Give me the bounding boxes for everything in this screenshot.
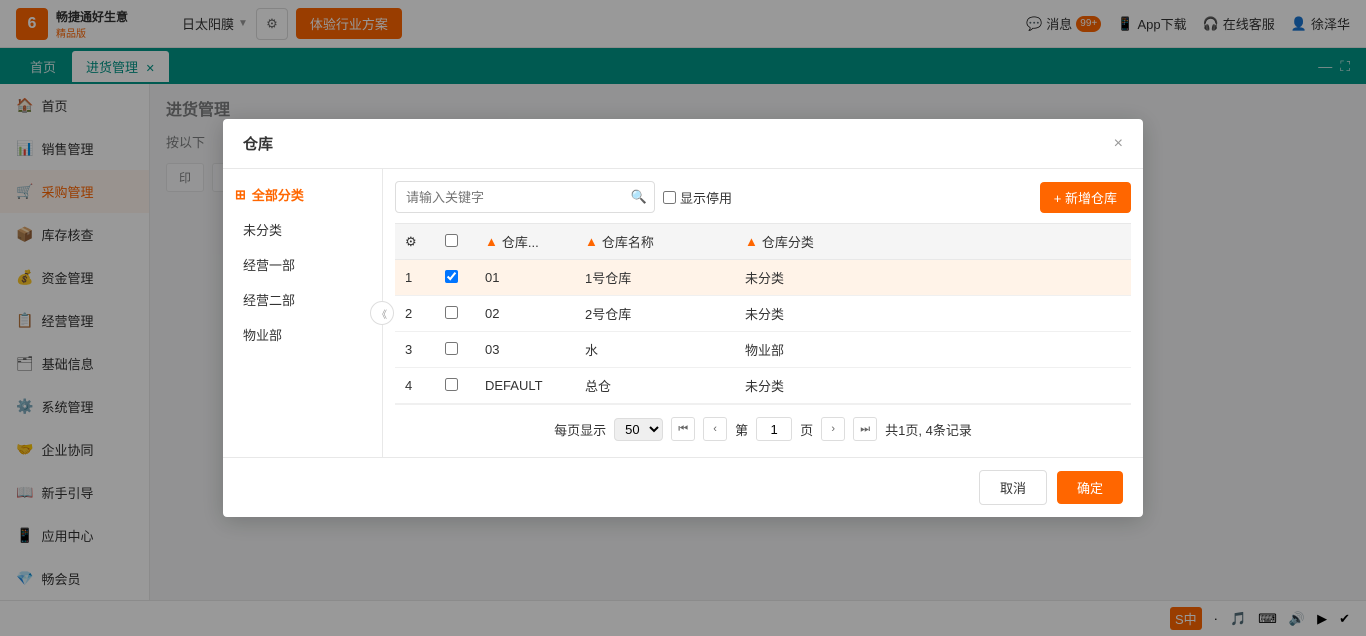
- dialog-body: ⊞ 全部分类 未分类 经营一部 经营二部 物业部 《: [223, 169, 1143, 457]
- row-name-1: 1号仓库: [575, 260, 735, 296]
- page-size-label: 每页显示: [554, 420, 606, 439]
- category-panel: ⊞ 全部分类 未分类 经营一部 经营二部 物业部 《: [223, 169, 383, 457]
- dialog-title: 仓库: [243, 133, 273, 154]
- category-item-dept1[interactable]: 经营一部: [223, 247, 382, 282]
- table-row[interactable]: 1 01 1号仓库 未分类: [395, 260, 1131, 296]
- table-row[interactable]: 3 03 水 物业部: [395, 332, 1131, 368]
- first-page-button[interactable]: ⏮: [671, 417, 695, 441]
- row-code-3: 03: [475, 332, 575, 368]
- total-info: 共1页, 4条记录: [885, 420, 972, 439]
- page-label: 第: [735, 420, 748, 439]
- table-row[interactable]: 2 02 2号仓库 未分类: [395, 296, 1131, 332]
- row-actions-1: 1: [395, 260, 435, 296]
- row-name-2: 2号仓库: [575, 296, 735, 332]
- sort-category-icon: ▲: [745, 234, 758, 249]
- th-category: ▲ 仓库分类: [735, 224, 1131, 260]
- row-checkbox-1: [435, 260, 475, 296]
- category-item-dept2[interactable]: 经营二部: [223, 282, 382, 317]
- table-row[interactable]: 4 DEFAULT 总仓 未分类: [395, 368, 1131, 404]
- row-actions-2: 2: [395, 296, 435, 332]
- row-name-4: 总仓: [575, 368, 735, 404]
- cancel-button[interactable]: 取消: [979, 470, 1047, 505]
- row-category-3: 物业部: [735, 332, 1131, 368]
- prev-page-button[interactable]: ‹: [703, 417, 727, 441]
- search-icon[interactable]: 🔍: [631, 189, 647, 205]
- warehouse-dialog: 仓库 × ⊞ 全部分类 未分类 经营一部 经营二部: [223, 119, 1143, 517]
- row-checkbox-2: [435, 296, 475, 332]
- row-checkbox-3: [435, 332, 475, 368]
- th-settings: ⚙: [395, 224, 435, 260]
- row-checkbox-4: [435, 368, 475, 404]
- row-actions-4: 4: [395, 368, 435, 404]
- row-category-1: 未分类: [735, 260, 1131, 296]
- th-checkbox: [435, 224, 475, 260]
- search-input[interactable]: [395, 181, 655, 213]
- th-code: ▲ 仓库...: [475, 224, 575, 260]
- pagination: 每页显示 50 ⏮ ‹ 第 页 › ⏭ 共1页, 4条记录: [395, 404, 1131, 445]
- row-code-1: 01: [475, 260, 575, 296]
- row-actions-3: 3: [395, 332, 435, 368]
- dialog-header: 仓库 ×: [223, 119, 1143, 169]
- table-header-row: ⚙ ▲ 仓库...: [395, 224, 1131, 260]
- table-toolbar: 🔍 显示停用 + 新增仓库: [395, 181, 1131, 213]
- category-all-label: 全部分类: [252, 185, 304, 204]
- dialog-close-button[interactable]: ×: [1114, 135, 1123, 153]
- select-all-checkbox[interactable]: [445, 234, 458, 247]
- modal-overlay: 仓库 × ⊞ 全部分类 未分类 经营一部 经营二部: [0, 0, 1366, 636]
- row-code-4: DEFAULT: [475, 368, 575, 404]
- show-disabled-wrap: 显示停用: [663, 188, 732, 207]
- page-unit: 页: [800, 420, 813, 439]
- warehouse-table: ⚙ ▲ 仓库...: [395, 223, 1131, 404]
- show-disabled-checkbox[interactable]: [663, 191, 676, 204]
- row-category-2: 未分类: [735, 296, 1131, 332]
- category-item-property[interactable]: 物业部: [223, 317, 382, 352]
- collapse-panel-button[interactable]: 《: [370, 301, 394, 325]
- page-input[interactable]: [756, 417, 792, 441]
- sort-code-icon: ▲: [485, 234, 498, 249]
- row-name-3: 水: [575, 332, 735, 368]
- category-all[interactable]: ⊞ 全部分类: [223, 177, 382, 212]
- add-warehouse-button[interactable]: + 新增仓库: [1040, 182, 1131, 213]
- category-item-unclassified[interactable]: 未分类: [223, 212, 382, 247]
- row-code-2: 02: [475, 296, 575, 332]
- th-name: ▲ 仓库名称: [575, 224, 735, 260]
- dialog-footer: 取消 确定: [223, 457, 1143, 517]
- grid-icon: ⊞: [235, 187, 246, 203]
- next-page-button[interactable]: ›: [821, 417, 845, 441]
- page-size-select[interactable]: 50: [614, 418, 663, 441]
- show-disabled-label: 显示停用: [680, 188, 732, 207]
- confirm-button[interactable]: 确定: [1057, 471, 1123, 504]
- last-page-button[interactable]: ⏭: [853, 417, 877, 441]
- search-input-wrap: 🔍: [395, 181, 655, 213]
- sort-name-icon: ▲: [585, 234, 598, 249]
- row-category-4: 未分类: [735, 368, 1131, 404]
- table-panel: 🔍 显示停用 + 新增仓库 ⚙: [383, 169, 1143, 457]
